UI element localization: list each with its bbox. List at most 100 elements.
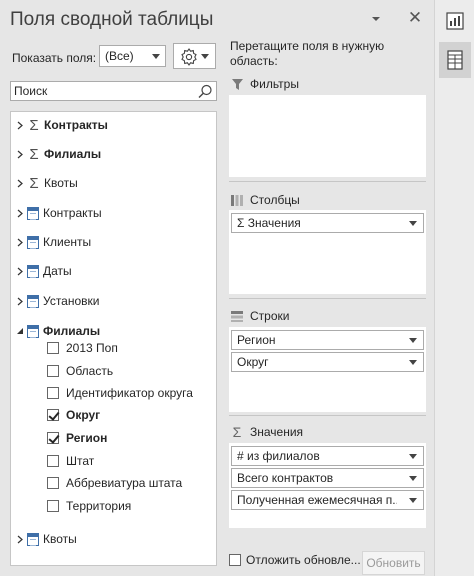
search-icon bbox=[198, 84, 212, 98]
field-label: Квоты bbox=[44, 176, 78, 190]
field-search-input[interactable]: Поиск bbox=[10, 81, 217, 101]
table-icon bbox=[27, 264, 39, 278]
field-checkbox[interactable] bbox=[47, 342, 59, 354]
table-icon bbox=[27, 235, 39, 249]
pill-label: Всего контрактов bbox=[237, 471, 334, 485]
defer-update-checkbox[interactable] bbox=[229, 554, 241, 566]
field-checkbox[interactable] bbox=[47, 455, 59, 467]
field-checkbox-row[interactable]: Регион bbox=[47, 427, 107, 449]
area-field-pill[interactable]: # из филиалов bbox=[231, 446, 424, 466]
filters-drop-area[interactable] bbox=[229, 95, 426, 177]
field-checkbox-row[interactable]: Аббревиатура штата bbox=[47, 472, 182, 494]
field-checkbox-checked[interactable] bbox=[47, 432, 59, 444]
pill-label: Регион bbox=[237, 333, 276, 347]
sum-icon: Σ bbox=[232, 424, 242, 440]
pill-label: Округ bbox=[237, 355, 269, 369]
gear-icon bbox=[181, 48, 197, 66]
field-checkbox-row[interactable]: 2013 Поп bbox=[47, 337, 118, 359]
rows-icon bbox=[229, 310, 245, 322]
field-checkbox-row[interactable]: Территория bbox=[47, 495, 131, 517]
columns-area-header: Столбцы bbox=[229, 189, 429, 211]
expand-icon[interactable] bbox=[15, 267, 25, 276]
area-field-pill[interactable]: Регион bbox=[231, 330, 424, 350]
values-area-title: Значения bbox=[250, 425, 304, 439]
field-list-item[interactable]: Квоты bbox=[15, 528, 77, 550]
area-field-pill[interactable]: Σ Значения bbox=[231, 213, 424, 233]
table-icon bbox=[27, 532, 39, 546]
chevron-down-icon bbox=[409, 498, 417, 503]
table-icon bbox=[27, 206, 39, 220]
table-icon bbox=[27, 294, 39, 308]
field-checkbox-checked[interactable] bbox=[47, 409, 59, 421]
filters-area-title: Фильтры bbox=[250, 77, 299, 91]
pane-options-dropdown[interactable] bbox=[370, 13, 382, 25]
area-divider bbox=[229, 181, 426, 182]
field-label: Филиалы bbox=[44, 147, 102, 161]
chevron-down-icon bbox=[409, 338, 417, 343]
field-list-item[interactable]: Клиенты bbox=[15, 231, 91, 253]
close-button[interactable]: ✕ bbox=[407, 9, 423, 27]
table-icon bbox=[27, 324, 39, 338]
close-icon: ✕ bbox=[407, 8, 423, 27]
sum-icon: Σ bbox=[29, 116, 39, 134]
sum-icon: Σ bbox=[29, 174, 39, 192]
pill-label: # из филиалов bbox=[237, 449, 320, 463]
values-area-header: Σ Значения bbox=[229, 421, 429, 443]
side-rail bbox=[434, 0, 474, 576]
field-checkbox[interactable] bbox=[47, 387, 59, 399]
field-list-item[interactable]: Установки bbox=[15, 290, 99, 312]
columns-area-title: Столбцы bbox=[250, 193, 300, 207]
field-label: Округ bbox=[66, 408, 101, 422]
area-field-pill[interactable]: Всего контрактов bbox=[231, 468, 424, 488]
expand-icon[interactable] bbox=[15, 238, 25, 247]
columns-icon bbox=[229, 194, 245, 206]
expand-icon[interactable] bbox=[15, 179, 25, 188]
field-label: Клиенты bbox=[43, 235, 92, 249]
field-label: Аббревиатура штата bbox=[66, 476, 183, 490]
show-fields-label: Показать поля: bbox=[12, 51, 97, 65]
field-label: Штат bbox=[66, 454, 95, 468]
field-label: Контракты bbox=[43, 206, 102, 220]
field-checkbox-row[interactable]: Идентификатор округа bbox=[47, 382, 193, 404]
field-list-item[interactable]: Контракты bbox=[15, 202, 102, 224]
pivot-fields-pane: Поля сводной таблицы ✕ Показать поля: (В… bbox=[0, 0, 434, 576]
field-list-item[interactable]: Σ Контракты bbox=[15, 114, 108, 136]
expand-icon[interactable] bbox=[15, 209, 25, 218]
chevron-down-icon bbox=[409, 476, 417, 481]
field-checkbox[interactable] bbox=[47, 500, 59, 512]
chart-fields-button[interactable] bbox=[439, 3, 471, 39]
field-checkbox-row[interactable]: Область bbox=[47, 360, 113, 382]
tools-button[interactable] bbox=[173, 43, 216, 69]
area-divider bbox=[229, 415, 426, 416]
expand-icon[interactable] bbox=[15, 297, 25, 306]
collapse-icon[interactable] bbox=[15, 327, 25, 335]
expand-icon[interactable] bbox=[15, 150, 25, 159]
area-divider bbox=[229, 298, 426, 299]
pane-title: Поля сводной таблицы bbox=[10, 9, 214, 30]
pill-label: Σ Значения bbox=[237, 216, 301, 230]
area-field-pill[interactable]: Полученная ежемесячная п... bbox=[231, 490, 424, 510]
columns-drop-area[interactable]: Σ Значения bbox=[229, 210, 426, 294]
field-checkbox-row[interactable]: Округ bbox=[47, 404, 100, 426]
field-checkbox-row[interactable]: Штат bbox=[47, 450, 94, 472]
field-list-item[interactable]: Σ Филиалы bbox=[15, 143, 101, 165]
area-field-pill[interactable]: Округ bbox=[231, 352, 424, 372]
expand-icon[interactable] bbox=[15, 535, 25, 544]
pill-label: Полученная ежемесячная п... bbox=[237, 493, 397, 507]
rows-area-title: Строки bbox=[250, 309, 290, 323]
field-checkbox[interactable] bbox=[47, 477, 59, 489]
field-checkbox[interactable] bbox=[47, 365, 59, 377]
rows-drop-area[interactable]: Регион Округ bbox=[229, 327, 426, 412]
field-label: Идентификатор округа bbox=[66, 386, 193, 400]
update-button[interactable]: Обновить bbox=[362, 551, 425, 575]
field-label: Область bbox=[66, 364, 114, 378]
table-fields-button[interactable] bbox=[439, 42, 471, 78]
values-drop-area[interactable]: # из филиалов Всего контрактов Полученна… bbox=[229, 443, 426, 528]
field-list-item[interactable]: Даты bbox=[15, 260, 72, 282]
sum-icon: Σ bbox=[29, 145, 39, 163]
field-list-item[interactable]: Σ Квоты bbox=[15, 172, 78, 194]
field-label: 2013 Поп bbox=[66, 341, 118, 355]
expand-icon[interactable] bbox=[15, 121, 25, 130]
show-fields-select[interactable]: (Все) bbox=[99, 45, 166, 67]
defer-update-row[interactable]: Отложить обновле... bbox=[229, 553, 361, 567]
